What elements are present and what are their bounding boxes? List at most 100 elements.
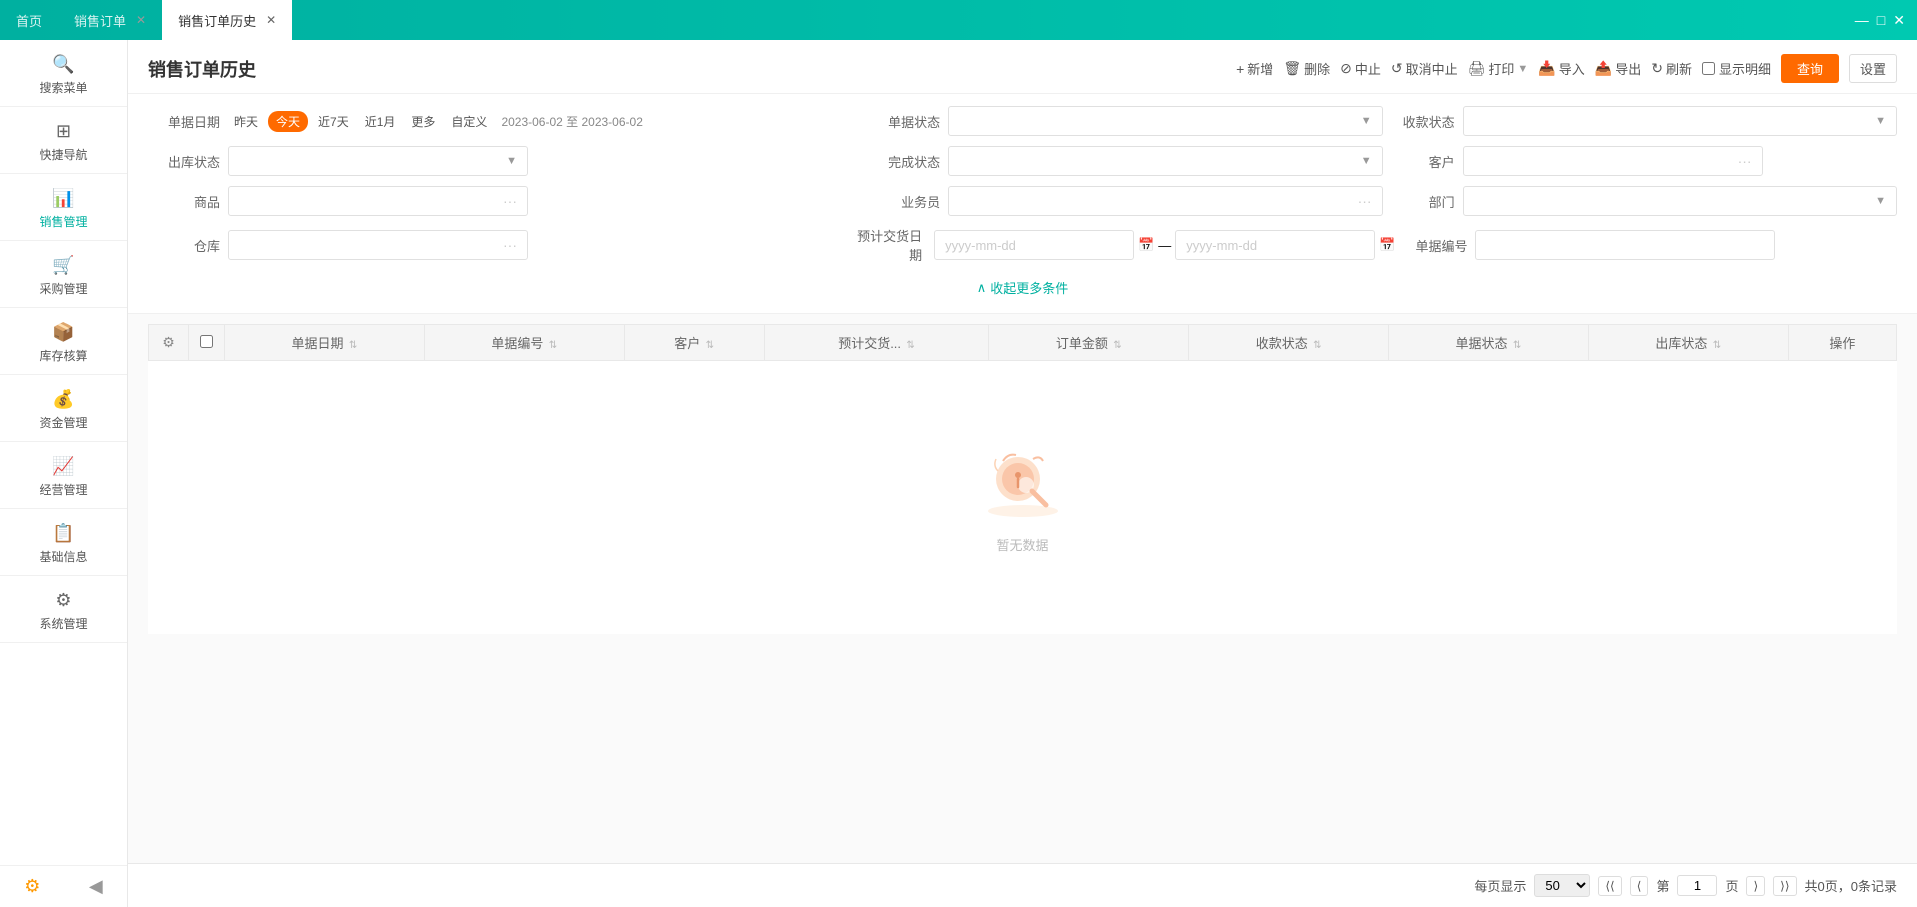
toolbar: + 新增 🗑 删除 ⊘ 中止 ↺ 取消中止 🖨 打印	[1236, 54, 1897, 83]
filter-out-status-select[interactable]: ▼	[228, 146, 528, 176]
minimize-button[interactable]: —	[1855, 12, 1869, 28]
sidebar-item-funds-mgmt[interactable]: 💰 资金管理	[0, 375, 127, 442]
window-actions: — □ ✕	[1855, 12, 1917, 29]
display-detail-checkbox[interactable]: 显示明细	[1702, 59, 1771, 78]
page-number-input[interactable]	[1677, 875, 1717, 896]
print-icon: 🖨	[1468, 60, 1486, 77]
stop-icon: ⊘	[1340, 60, 1352, 77]
refresh-button[interactable]: ↻ 刷新	[1651, 59, 1692, 78]
query-button[interactable]: 查询	[1781, 54, 1839, 83]
col-payment-status-sort-icon[interactable]: ⇅	[1313, 340, 1321, 351]
col-customer[interactable]: 客户 ⇅	[624, 325, 764, 361]
filter-payment-status-select[interactable]: ▼	[1463, 106, 1897, 136]
filter-salesman-input[interactable]: ···	[948, 186, 1382, 216]
new-label: 新增	[1247, 59, 1273, 78]
col-amount-sort-icon[interactable]: ⇅	[1113, 340, 1121, 351]
sidebar-settings-button[interactable]: ⚙	[24, 876, 40, 897]
filter-dept-label: 部门	[1383, 192, 1463, 211]
sidebar-item-base-info-label: 基础信息	[39, 548, 87, 565]
tab-sales-order-close[interactable]: ✕	[136, 13, 146, 27]
import-button[interactable]: 📥 导入	[1538, 59, 1584, 78]
page-size-select[interactable]: 50 10 20 100	[1534, 874, 1590, 897]
settings-label: 设置	[1860, 59, 1886, 78]
calendar-end-icon[interactable]: 📅	[1379, 237, 1395, 253]
date-btn-yesterday[interactable]: 昨天	[228, 111, 264, 132]
goods-ellipsis-icon[interactable]: ···	[503, 193, 517, 209]
sidebar-item-sys-mgmt[interactable]: ⚙ 系统管理	[0, 576, 127, 643]
sidebar-item-purchase-mgmt[interactable]: 🛒 采购管理	[0, 241, 127, 308]
page-title: 销售订单历史	[148, 56, 256, 82]
display-detail-input[interactable]	[1702, 62, 1715, 75]
sidebar-item-sales-mgmt[interactable]: 📊 销售管理	[0, 174, 127, 241]
col-out-status[interactable]: 出库状态 ⇅	[1588, 325, 1788, 361]
sidebar-item-quick-nav[interactable]: ⊞ 快捷导航	[0, 107, 127, 174]
filter-order-status-select[interactable]: ▼	[948, 106, 1382, 136]
first-page-button[interactable]: ⟨⟨	[1598, 876, 1621, 896]
next-page-button[interactable]: ⟩	[1746, 876, 1765, 896]
delete-button[interactable]: 🗑 删除	[1283, 59, 1330, 78]
select-all-checkbox[interactable]	[200, 335, 213, 348]
new-button[interactable]: + 新增	[1236, 59, 1273, 78]
filter-dept-select[interactable]: ▼	[1463, 186, 1897, 216]
salesman-ellipsis-icon[interactable]: ···	[1358, 193, 1372, 209]
data-table: ⚙ 单据日期 ⇅ 单据编号 ⇅	[148, 324, 1897, 634]
col-date[interactable]: 单据日期 ⇅	[225, 325, 425, 361]
sidebar-item-search-menu[interactable]: 🔍 搜索菜单	[0, 40, 127, 107]
cancel-stop-icon: ↺	[1391, 60, 1403, 77]
tab-home[interactable]: 首页	[0, 0, 58, 40]
warehouse-ellipsis-icon[interactable]: ···	[503, 237, 517, 253]
date-btn-custom[interactable]: 自定义	[445, 111, 493, 132]
col-delivery-date[interactable]: 预计交货... ⇅	[764, 325, 989, 361]
calendar-start-icon[interactable]: 📅	[1138, 237, 1154, 253]
date-btn-more[interactable]: 更多	[405, 111, 441, 132]
export-button[interactable]: 📤 导出	[1595, 59, 1641, 78]
filter-complete-status-select[interactable]: ▼	[948, 146, 1382, 176]
prev-page-button[interactable]: ⟨	[1630, 876, 1649, 896]
col-settings[interactable]: ⚙	[149, 325, 189, 361]
col-delivery-date-sort-icon[interactable]: ⇅	[906, 340, 914, 351]
col-number-sort-icon[interactable]: ⇅	[549, 340, 557, 351]
col-number[interactable]: 单据编号 ⇅	[424, 325, 624, 361]
col-order-status[interactable]: 单据状态 ⇅	[1389, 325, 1589, 361]
col-out-status-sort-icon[interactable]: ⇅	[1713, 340, 1721, 351]
tab-sales-order[interactable]: 销售订单 ✕	[58, 0, 162, 40]
date-btn-today[interactable]: 今天	[268, 111, 308, 132]
sidebar-item-ops-mgmt[interactable]: 📈 经营管理	[0, 442, 127, 509]
filter-goods-input[interactable]: ···	[228, 186, 528, 216]
col-date-sort-icon[interactable]: ⇅	[349, 340, 357, 351]
sidebar-item-base-info[interactable]: 📋 基础信息	[0, 509, 127, 576]
col-customer-sort-icon[interactable]: ⇅	[706, 340, 714, 351]
filter-delivery-date-start[interactable]: yyyy-mm-dd	[934, 230, 1134, 260]
sidebar-collapse-button[interactable]: ◀	[89, 876, 103, 897]
col-amount[interactable]: 订单金额 ⇅	[989, 325, 1189, 361]
col-payment-status[interactable]: 收款状态 ⇅	[1189, 325, 1389, 361]
page-header: 销售订单历史 + 新增 🗑 删除 ⊘ 中止 ↺ 取消中止	[128, 40, 1917, 94]
maximize-button[interactable]: □	[1877, 12, 1885, 28]
table-settings-icon[interactable]: ⚙	[162, 334, 175, 350]
close-button[interactable]: ✕	[1893, 12, 1905, 29]
refresh-label: 刷新	[1666, 59, 1692, 78]
new-icon: +	[1236, 61, 1244, 77]
customer-ellipsis-icon[interactable]: ···	[1738, 153, 1752, 169]
filter-out-status-label: 出库状态	[148, 152, 228, 171]
filter-warehouse-input[interactable]: ···	[228, 230, 528, 260]
funds-mgmt-icon: 💰	[52, 389, 74, 410]
no-data-row: 暂无数据	[149, 361, 1897, 635]
filter-customer-input[interactable]: ···	[1463, 146, 1763, 176]
col-checkbox[interactable]	[189, 325, 225, 361]
date-btn-1month[interactable]: 近1月	[359, 111, 402, 132]
no-data-illustration	[978, 441, 1068, 521]
tab-sales-history[interactable]: 销售订单历史 ✕	[162, 0, 292, 40]
settings-button[interactable]: 设置	[1849, 54, 1897, 83]
col-order-status-sort-icon[interactable]: ⇅	[1513, 340, 1521, 351]
sidebar-item-inventory[interactable]: 📦 库存核算	[0, 308, 127, 375]
print-button[interactable]: 🖨 打印 ▼	[1468, 59, 1529, 78]
last-page-button[interactable]: ⟩⟩	[1773, 876, 1796, 896]
stop-button[interactable]: ⊘ 中止	[1340, 59, 1381, 78]
date-btn-7days[interactable]: 近7天	[312, 111, 355, 132]
collapse-row[interactable]: ∧ 收起更多条件	[148, 274, 1897, 301]
filter-doc-number-input[interactable]	[1475, 230, 1775, 260]
cancel-stop-button[interactable]: ↺ 取消中止	[1391, 59, 1458, 78]
tab-sales-history-close[interactable]: ✕	[266, 13, 276, 27]
filter-delivery-date-end[interactable]: yyyy-mm-dd	[1175, 230, 1375, 260]
